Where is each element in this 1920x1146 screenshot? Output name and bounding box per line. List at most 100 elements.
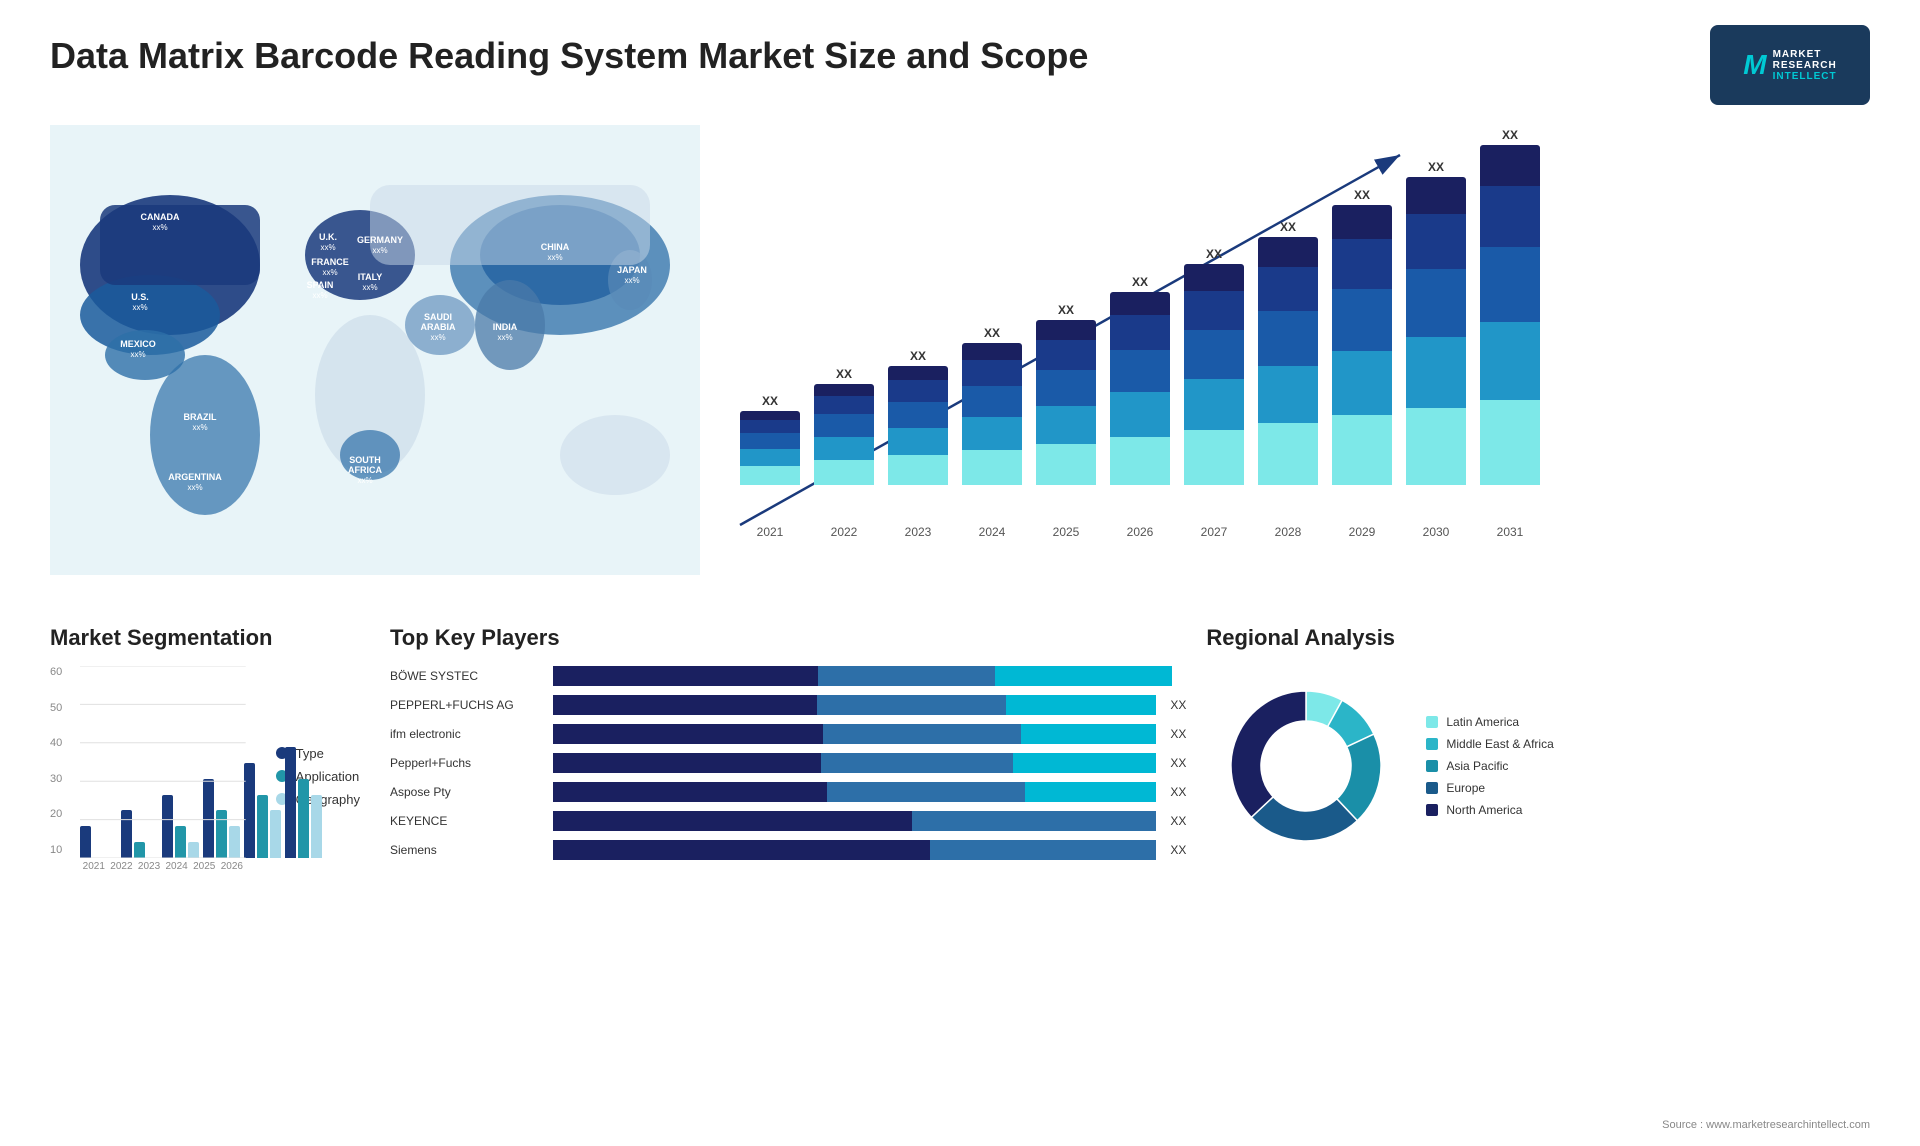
- seg-x-label: 2023: [135, 861, 163, 886]
- growth-bar-group: XX: [1110, 275, 1170, 485]
- logo-line1: MARKET: [1773, 49, 1837, 60]
- bar-segment: [888, 402, 948, 428]
- player-bar-segment: [912, 811, 1157, 831]
- year-label: 2025: [1036, 525, 1096, 539]
- bar-segment: [1258, 311, 1318, 366]
- bar-segment: [740, 433, 800, 449]
- region-dot: [1426, 738, 1438, 750]
- map-panel: CANADA xx% U.S. xx% MEXICO xx% BRAZIL xx…: [50, 125, 700, 605]
- player-bar-segment: [1006, 695, 1157, 715]
- player-bar-container: [553, 695, 1156, 715]
- growth-bar-group: XX: [962, 326, 1022, 485]
- bar-segment: [740, 466, 800, 485]
- bar-segment: [1184, 330, 1244, 379]
- bar-segment: [814, 396, 874, 414]
- seg-bars: [80, 666, 246, 858]
- svg-text:xx%: xx%: [192, 423, 207, 432]
- players-panel: Top Key Players BÖWE SYSTECPEPPERL+FUCHS…: [390, 625, 1186, 886]
- bar-segment: [888, 380, 948, 401]
- growth-bar-group: XX: [814, 367, 874, 485]
- bar-segment: [1406, 177, 1466, 214]
- svg-text:SPAIN: SPAIN: [307, 280, 334, 290]
- growth-bar-value: XX: [1058, 303, 1074, 317]
- region-label: North America: [1446, 803, 1522, 817]
- growth-bar-value: XX: [1132, 275, 1148, 289]
- year-label: 2021: [740, 525, 800, 539]
- seg-bar-app: [257, 795, 268, 858]
- chart-panel: XXXXXXXXXXXXXXXXXXXXXX 20212022202320242…: [720, 125, 1870, 605]
- growth-bar-group: XX: [1258, 220, 1318, 485]
- growth-bar: [1480, 145, 1540, 485]
- player-bar-segment: [553, 811, 912, 831]
- growth-bar-group: XX: [1332, 188, 1392, 485]
- bar-segment: [1036, 444, 1096, 485]
- seg-x-label: 2025: [190, 861, 218, 886]
- svg-text:xx%: xx%: [187, 483, 202, 492]
- bar-segment: [814, 414, 874, 436]
- year-label: 2024: [962, 525, 1022, 539]
- donut-center: [1266, 726, 1346, 806]
- y-label-30: 30: [50, 773, 78, 785]
- bar-segment: [1332, 351, 1392, 415]
- bar-segment: [1480, 400, 1540, 485]
- segmentation-panel: Market Segmentation 60 50 40 30 20 10: [50, 625, 370, 886]
- bar-segment: [1258, 366, 1318, 423]
- player-value: XX: [1170, 785, 1186, 799]
- growth-bar-value: XX: [1428, 160, 1444, 174]
- player-value: XX: [1170, 698, 1186, 712]
- svg-text:xx%: xx%: [320, 243, 335, 252]
- growth-bar-group: XX: [888, 349, 948, 485]
- growth-bar: [1110, 292, 1170, 485]
- bar-segment: [1258, 267, 1318, 312]
- top-row: CANADA xx% U.S. xx% MEXICO xx% BRAZIL xx…: [50, 125, 1870, 605]
- svg-text:xx%: xx%: [322, 268, 337, 277]
- bar-segment: [1036, 406, 1096, 444]
- svg-text:xx%: xx%: [497, 333, 512, 342]
- bar-segment: [1406, 214, 1466, 269]
- region-dot: [1426, 760, 1438, 772]
- svg-text:xx%: xx%: [547, 253, 562, 262]
- bar-segment: [1258, 237, 1318, 267]
- donut-chart: [1206, 666, 1406, 866]
- bar-segment: [962, 417, 1022, 450]
- growth-bar: [1332, 205, 1392, 485]
- bar-segment: [814, 384, 874, 396]
- bar-segment: [1036, 340, 1096, 370]
- svg-text:xx%: xx%: [372, 246, 387, 255]
- region-legend-item-2: Asia Pacific: [1426, 759, 1553, 773]
- player-bar-container: [553, 724, 1156, 744]
- region-label: Latin America: [1446, 715, 1519, 729]
- svg-text:ARGENTINA: ARGENTINA: [168, 472, 222, 482]
- player-name: Siemens: [390, 843, 545, 857]
- seg-x-label: 2026: [218, 861, 246, 886]
- player-bar-container: [553, 666, 1172, 686]
- player-bar-container: [553, 753, 1156, 773]
- regional-panel: Regional Analysis Latin AmericaMiddle Ea…: [1206, 625, 1870, 886]
- seg-bar-type: [121, 810, 132, 858]
- seg-bar-group: [121, 810, 158, 858]
- seg-bar-type: [203, 779, 214, 858]
- logo-box: M MARKET RESEARCH INTELLECT: [1710, 25, 1870, 105]
- bar-segment: [962, 450, 1022, 486]
- player-bar-container: [553, 811, 1156, 831]
- svg-text:xx%: xx%: [357, 476, 372, 485]
- player-value: XX: [1170, 727, 1186, 741]
- bar-segment: [888, 366, 948, 380]
- svg-text:AFRICA: AFRICA: [348, 465, 382, 475]
- regional-title: Regional Analysis: [1206, 625, 1870, 651]
- year-label: 2026: [1110, 525, 1170, 539]
- growth-bar: [740, 411, 800, 485]
- growth-bar-value: XX: [1354, 188, 1370, 202]
- svg-text:xx%: xx%: [362, 283, 377, 292]
- bar-segment: [814, 460, 874, 485]
- seg-bar-group: [80, 826, 117, 858]
- year-label: 2029: [1332, 525, 1392, 539]
- player-name: KEYENCE: [390, 814, 545, 828]
- bar-segment: [1110, 292, 1170, 315]
- seg-bar-geo: [311, 795, 322, 858]
- seg-bar-app: [134, 842, 145, 858]
- player-bar-segment: [1021, 724, 1156, 744]
- seg-chart-container: 60 50 40 30 20 10 2021202220232024202520…: [50, 666, 370, 886]
- bar-segment: [962, 386, 1022, 417]
- player-row: KEYENCEXX: [390, 811, 1186, 831]
